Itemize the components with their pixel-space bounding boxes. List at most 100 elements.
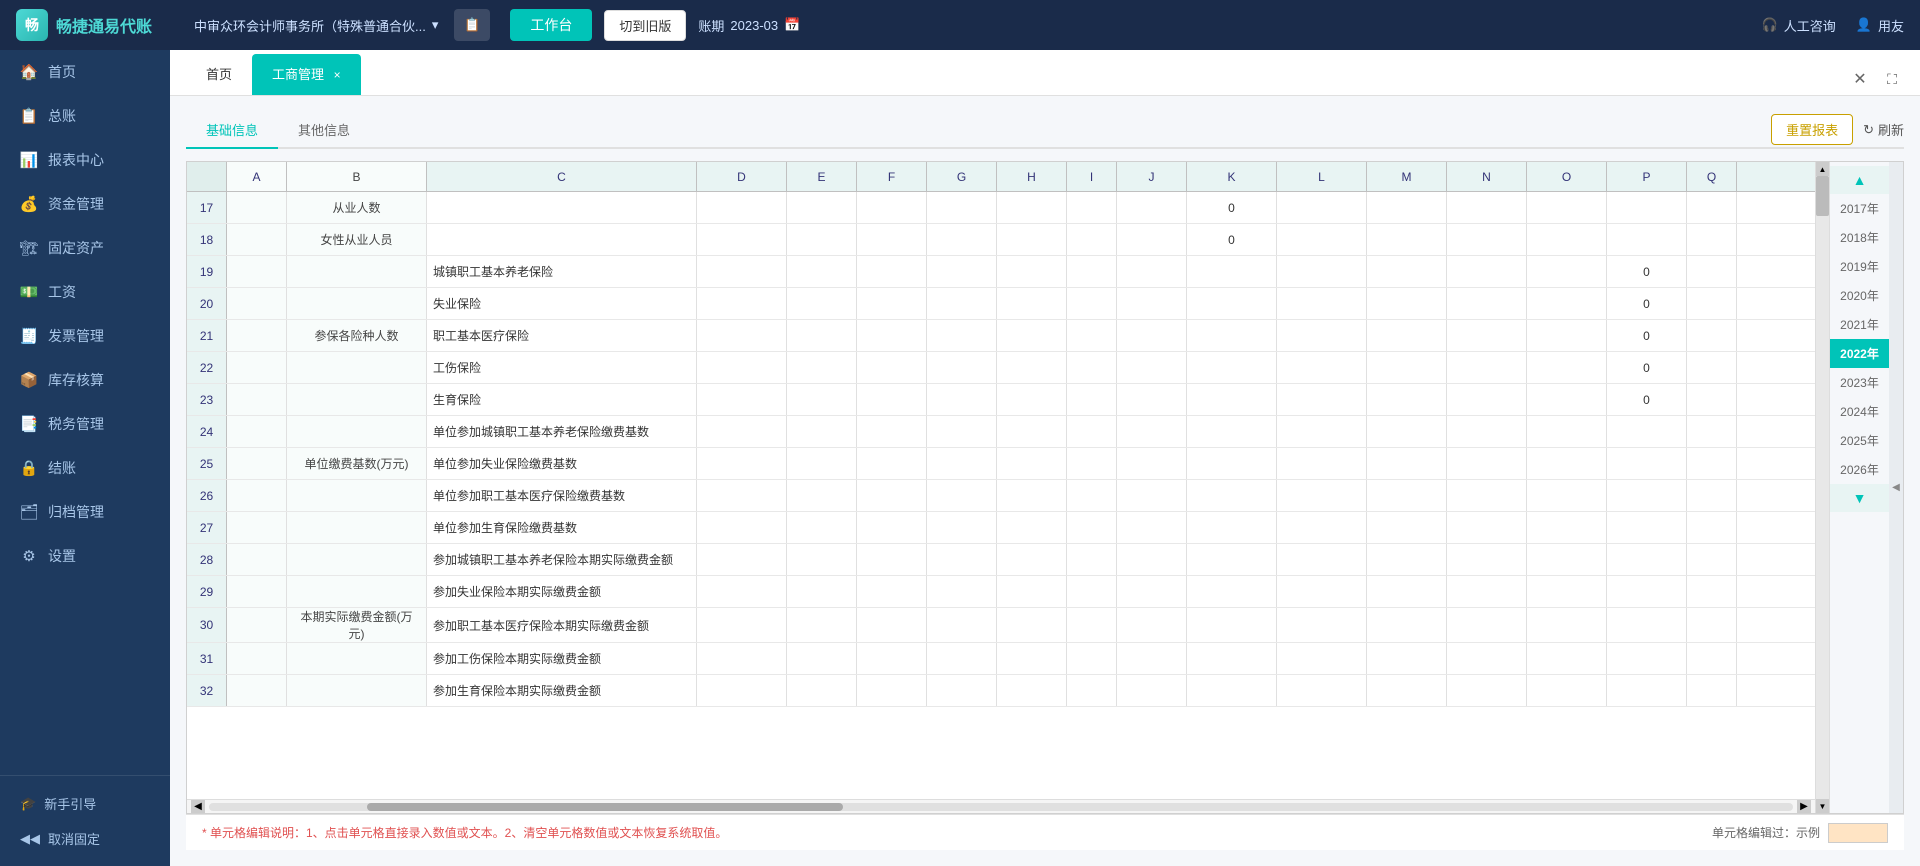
cell-22-e[interactable] [787,352,857,383]
cell-28-g[interactable] [927,544,997,575]
cell-20-a[interactable] [227,288,287,319]
year-item-2022[interactable]: 2022年 [1830,339,1889,368]
cell-22-p[interactable]: 0 [1607,352,1687,383]
cell-17-i[interactable] [1067,192,1117,223]
cell-29-c[interactable]: 参加失业保险本期实际缴费金额 [427,576,697,607]
sidebar-item-settings[interactable]: ⚙ 设置 [0,534,170,578]
cell-28-m[interactable] [1367,544,1447,575]
cell-23-p[interactable]: 0 [1607,384,1687,415]
cell-30-o[interactable] [1527,608,1607,642]
cell-21-m[interactable] [1367,320,1447,351]
company-selector[interactable]: 中审众环会计师事务所（特殊普通合伙... ▾ [186,12,446,39]
cell-18-d[interactable] [697,224,787,255]
cell-29-m[interactable] [1367,576,1447,607]
year-item-2019[interactable]: 2019年 [1830,252,1889,281]
cell-17-e[interactable] [787,192,857,223]
cell-23-c[interactable]: 生育保险 [427,384,697,415]
scroll-down-button[interactable]: ▼ [1816,799,1829,813]
cell-27-a[interactable] [227,512,287,543]
cell-27-e[interactable] [787,512,857,543]
cell-30-p[interactable] [1607,608,1687,642]
cell-28-f[interactable] [857,544,927,575]
cell-32-j[interactable] [1117,675,1187,706]
cell-21-a[interactable] [227,320,287,351]
cell-24-b[interactable] [287,416,427,447]
cell-32-o[interactable] [1527,675,1607,706]
cell-23-h[interactable] [997,384,1067,415]
cell-18-m[interactable] [1367,224,1447,255]
cell-17-q[interactable] [1687,192,1737,223]
cell-24-j[interactable] [1117,416,1187,447]
cell-29-e[interactable] [787,576,857,607]
scroll-up-button[interactable]: ▲ [1816,162,1829,176]
year-item-2025[interactable]: 2025年 [1830,426,1889,455]
support-item[interactable]: 🎧 人工咨询 [1762,16,1836,35]
cell-28-j[interactable] [1117,544,1187,575]
cell-23-d[interactable] [697,384,787,415]
cell-22-i[interactable] [1067,352,1117,383]
cell-31-l[interactable] [1277,643,1367,674]
cell-31-c[interactable]: 参加工伤保险本期实际缴费金额 [427,643,697,674]
cell-18-n[interactable] [1447,224,1527,255]
cell-30-g[interactable] [927,608,997,642]
cell-25-o[interactable] [1527,448,1607,479]
cell-25-d[interactable] [697,448,787,479]
cell-22-j[interactable] [1117,352,1187,383]
cell-17-c[interactable] [427,192,697,223]
cell-17-g[interactable] [927,192,997,223]
cell-32-l[interactable] [1277,675,1367,706]
cell-31-q[interactable] [1687,643,1737,674]
cell-23-f[interactable] [857,384,927,415]
cell-20-i[interactable] [1067,288,1117,319]
cell-18-a[interactable] [227,224,287,255]
cell-22-b[interactable] [287,352,427,383]
cell-30-q[interactable] [1687,608,1737,642]
cell-30-b[interactable]: 本期实际缴费金额(万元) [287,608,427,642]
cell-29-g[interactable] [927,576,997,607]
cell-19-n[interactable] [1447,256,1527,287]
cell-23-m[interactable] [1367,384,1447,415]
cell-19-o[interactable] [1527,256,1607,287]
cell-19-i[interactable] [1067,256,1117,287]
cell-28-d[interactable] [697,544,787,575]
cell-20-e[interactable] [787,288,857,319]
sub-tab-basic[interactable]: 基础信息 [186,112,278,149]
cell-19-k[interactable] [1187,256,1277,287]
sidebar-item-reports[interactable]: 📊 报表中心 [0,138,170,182]
cell-28-e[interactable] [787,544,857,575]
cell-17-h[interactable] [997,192,1067,223]
cell-19-a[interactable] [227,256,287,287]
cell-22-f[interactable] [857,352,927,383]
cell-28-b[interactable] [287,544,427,575]
cell-24-h[interactable] [997,416,1067,447]
cell-24-e[interactable] [787,416,857,447]
cell-28-o[interactable] [1527,544,1607,575]
cell-24-a[interactable] [227,416,287,447]
cell-21-p[interactable]: 0 [1607,320,1687,351]
cell-20-h[interactable] [997,288,1067,319]
cell-22-a[interactable] [227,352,287,383]
cell-18-q[interactable] [1687,224,1737,255]
cell-32-q[interactable] [1687,675,1737,706]
cell-32-e[interactable] [787,675,857,706]
cell-25-q[interactable] [1687,448,1737,479]
cell-24-f[interactable] [857,416,927,447]
cell-18-p[interactable] [1607,224,1687,255]
cell-30-f[interactable] [857,608,927,642]
cell-30-n[interactable] [1447,608,1527,642]
cell-21-c[interactable]: 职工基本医疗保险 [427,320,697,351]
cell-25-e[interactable] [787,448,857,479]
cell-26-n[interactable] [1447,480,1527,511]
vertical-scrollbar[interactable]: ▲ ▼ [1815,162,1829,813]
sidebar-item-guide[interactable]: 🎓 新手引导 [20,786,150,821]
cell-19-l[interactable] [1277,256,1367,287]
cell-20-p[interactable]: 0 [1607,288,1687,319]
cell-20-g[interactable] [927,288,997,319]
cell-24-g[interactable] [927,416,997,447]
cell-30-j[interactable] [1117,608,1187,642]
cell-25-n[interactable] [1447,448,1527,479]
cell-25-f[interactable] [857,448,927,479]
sidebar-item-tax[interactable]: 📑 税务管理 [0,402,170,446]
cell-21-i[interactable] [1067,320,1117,351]
workbench-button[interactable]: 工作台 [510,9,592,41]
